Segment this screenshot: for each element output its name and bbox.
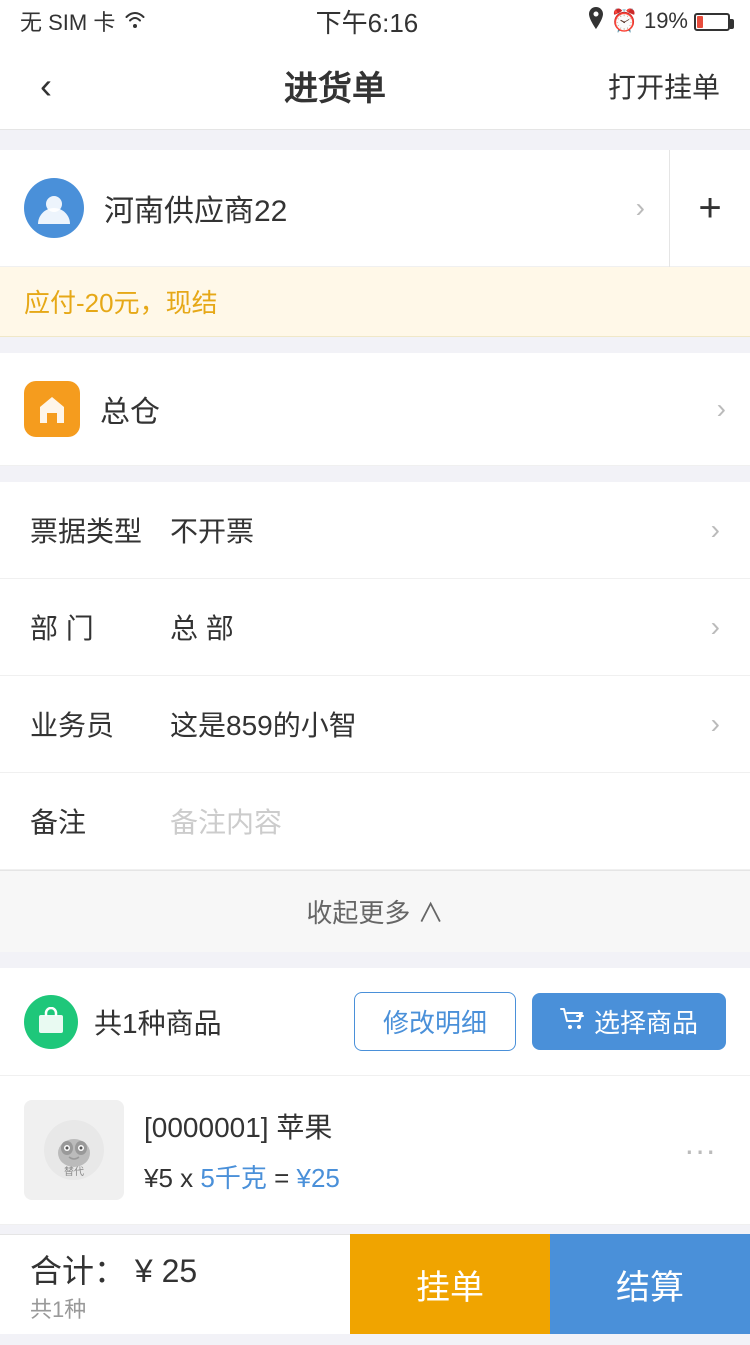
divider-1 bbox=[0, 337, 750, 353]
total-value: ¥ 25 bbox=[135, 1253, 197, 1289]
product-multiply: x bbox=[180, 1163, 200, 1193]
open-pending-button[interactable]: 打开挂单 bbox=[608, 66, 720, 106]
total-section: 合计： ¥ 25 共1种 bbox=[0, 1234, 350, 1334]
alert-text: 应付-20元，现结 bbox=[24, 288, 218, 318]
bottom-bar: 合计： ¥ 25 共1种 挂单 结算 bbox=[0, 1234, 750, 1334]
salesperson-value: 这是859的小智 bbox=[170, 704, 711, 744]
salesperson-row[interactable]: 业务员 这是859的小智 › bbox=[0, 676, 750, 773]
product-total: ¥25 bbox=[297, 1163, 340, 1193]
carrier-label: 无 SIM 卡 bbox=[20, 5, 115, 37]
invoice-type-label: 票据类型 bbox=[30, 510, 170, 550]
notes-row[interactable]: 备注 备注内容 bbox=[0, 773, 750, 870]
battery-icon bbox=[694, 8, 730, 34]
location-icon bbox=[587, 7, 605, 35]
products-section: 共1种商品 修改明细 选择商品 bbox=[0, 968, 750, 1225]
product-equals: = bbox=[274, 1163, 296, 1193]
product-code: [0000001] bbox=[144, 1112, 269, 1143]
product-item: 替代 [0000001] 苹果 ¥5 x 5千克 = ¥25 ··· bbox=[0, 1076, 750, 1225]
nav-bar: ‹ 进货单 打开挂单 bbox=[0, 42, 750, 130]
invoice-type-value: 不开票 bbox=[170, 510, 711, 550]
department-label: 部 门 bbox=[30, 607, 170, 647]
collapse-label: 收起更多 ∧ bbox=[306, 893, 443, 930]
pending-button[interactable]: 挂单 bbox=[350, 1234, 550, 1334]
product-more-button[interactable]: ··· bbox=[674, 1122, 726, 1179]
department-value: 总 部 bbox=[170, 607, 711, 647]
top-divider bbox=[0, 130, 750, 150]
edit-details-button[interactable]: 修改明细 bbox=[354, 992, 516, 1051]
battery-label: 19% bbox=[644, 8, 688, 34]
department-row[interactable]: 部 门 总 部 › bbox=[0, 579, 750, 676]
product-unit-price: ¥5 bbox=[144, 1163, 173, 1193]
divider-3 bbox=[0, 952, 750, 968]
collapse-button[interactable]: 收起更多 ∧ bbox=[0, 870, 750, 952]
warehouse-name: 总仓 bbox=[100, 387, 717, 431]
product-title: 苹果 bbox=[276, 1112, 332, 1143]
products-icon bbox=[24, 995, 78, 1049]
product-info: [0000001] 苹果 ¥5 x 5千克 = ¥25 bbox=[144, 1106, 674, 1195]
supplier-name: 河南供应商22 bbox=[104, 186, 636, 230]
product-price-row: ¥5 x 5千克 = ¥25 bbox=[144, 1158, 674, 1195]
department-chevron-icon: › bbox=[711, 611, 720, 643]
alarm-icon: ⏰ bbox=[611, 8, 638, 34]
products-header: 共1种商品 修改明细 选择商品 bbox=[0, 968, 750, 1076]
warehouse-row[interactable]: 总仓 › bbox=[0, 353, 750, 466]
warehouse-chevron-icon: › bbox=[717, 393, 726, 425]
time-label: 下午6:16 bbox=[316, 3, 419, 40]
checkout-button[interactable]: 结算 bbox=[550, 1234, 750, 1334]
product-qty: 5千克 bbox=[200, 1163, 266, 1193]
select-product-button[interactable]: 选择商品 bbox=[532, 993, 726, 1050]
warehouse-icon bbox=[24, 381, 80, 437]
invoice-type-chevron-icon: › bbox=[711, 514, 720, 546]
supplier-chevron-icon: › bbox=[636, 192, 645, 224]
invoice-type-row[interactable]: 票据类型 不开票 › bbox=[0, 482, 750, 579]
select-product-label: 选择商品 bbox=[594, 1003, 698, 1040]
notes-label: 备注 bbox=[30, 801, 170, 841]
svg-text:替代: 替代 bbox=[64, 1165, 84, 1178]
wifi-icon bbox=[123, 8, 147, 34]
supplier-row[interactable]: 河南供应商22 › bbox=[0, 150, 669, 267]
notes-input[interactable]: 备注内容 bbox=[170, 801, 720, 841]
supplier-avatar bbox=[24, 178, 84, 238]
total-count: 共1种 bbox=[30, 1292, 320, 1324]
salesperson-chevron-icon: › bbox=[711, 708, 720, 740]
total-label: 合计： bbox=[30, 1253, 126, 1289]
select-product-icon bbox=[560, 1006, 586, 1037]
total-amount: 合计： ¥ 25 bbox=[30, 1246, 320, 1292]
status-right: ⏰ 19% bbox=[587, 7, 730, 35]
status-left: 无 SIM 卡 bbox=[20, 5, 147, 37]
supplier-section: 河南供应商22 › + bbox=[0, 150, 750, 267]
alert-banner: 应付-20元，现结 bbox=[0, 267, 750, 337]
page-title: 进货单 bbox=[284, 61, 386, 110]
product-thumbnail: 替代 bbox=[24, 1100, 124, 1200]
divider-2 bbox=[0, 466, 750, 482]
status-bar: 无 SIM 卡 下午6:16 ⏰ 19% bbox=[0, 0, 750, 42]
product-name: [0000001] 苹果 bbox=[144, 1106, 674, 1146]
salesperson-label: 业务员 bbox=[30, 704, 170, 744]
add-supplier-button[interactable]: + bbox=[670, 150, 750, 267]
products-count: 共1种商品 bbox=[94, 1002, 354, 1042]
back-button[interactable]: ‹ bbox=[30, 55, 62, 117]
